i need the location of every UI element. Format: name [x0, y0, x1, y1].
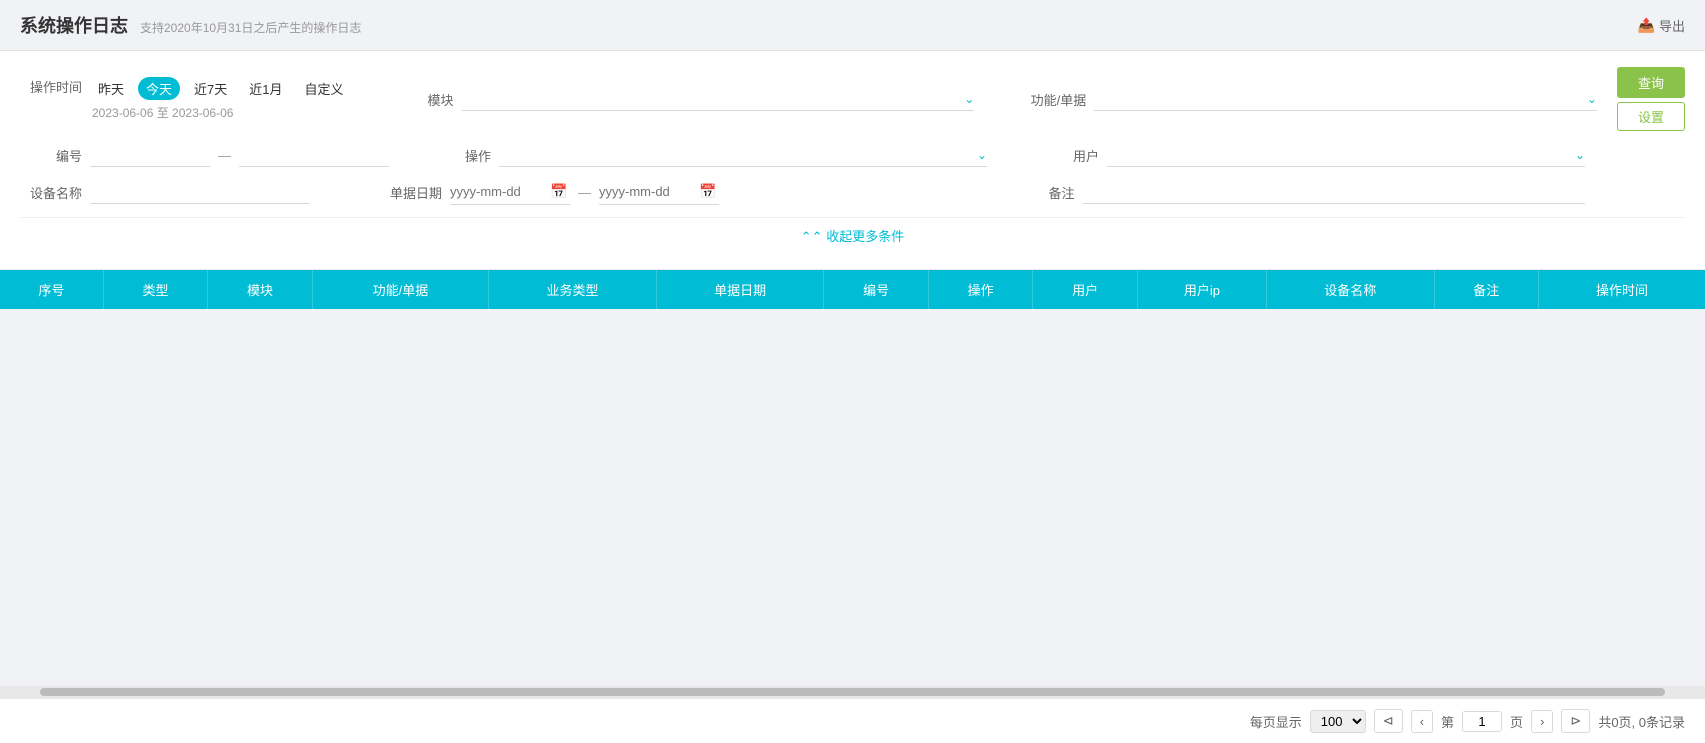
function-label: 功能/单据 [1014, 90, 1094, 109]
collapse-label: 收起更多条件 [826, 229, 904, 244]
number-to-input[interactable] [239, 143, 389, 167]
date-separator: — [578, 185, 591, 200]
time-label: 操作时间 [20, 77, 90, 96]
filter-area: 操作时间 昨天 今天 近7天 近1月 自定义 2023-06-06 至 2023… [0, 51, 1705, 270]
data-table: 序号 类型 模块 功能/单据 业务类型 单据日期 编号 操作 用户 用户ip 设… [0, 270, 1705, 309]
action-buttons: 查询 设置 [1617, 67, 1685, 131]
col-device: 设备名称 [1266, 270, 1434, 309]
col-remark: 备注 [1434, 270, 1538, 309]
number-separator: — [218, 148, 231, 163]
first-page-button[interactable]: ⊲ [1374, 709, 1403, 733]
time-btn-7days[interactable]: 近7天 [186, 77, 235, 100]
export-label: 导出 [1659, 16, 1685, 35]
horizontal-scrollbar[interactable] [0, 686, 1705, 698]
device-input[interactable] [90, 180, 310, 204]
time-btn-yesterday[interactable]: 昨天 [90, 77, 132, 100]
number-label: 编号 [20, 146, 90, 165]
operation-select[interactable]: ⌄ [499, 144, 987, 167]
date-from-input[interactable] [450, 184, 550, 199]
voucher-date-label: 单据日期 [380, 183, 450, 202]
settings-button[interactable]: 设置 [1617, 102, 1685, 131]
function-select[interactable]: ⌄ [1094, 88, 1597, 111]
calendar-from-icon[interactable]: 📅 [550, 183, 567, 200]
device-label: 设备名称 [20, 183, 90, 202]
pagination-summary: 共0页, 0条记录 [1598, 712, 1685, 731]
col-op-time: 操作时间 [1539, 270, 1705, 309]
date-to-wrap: 📅 [599, 179, 719, 205]
export-icon: 📤 [1638, 17, 1655, 34]
page-size-label: 每页显示 [1250, 712, 1302, 731]
time-btn-1month[interactable]: 近1月 [241, 77, 290, 100]
scrollbar-thumb[interactable] [40, 688, 1665, 696]
pagination: 每页显示 100 50 200 ⊲ ‹ 第 页 › ⊳ 共0页, 0条记录 [0, 698, 1705, 743]
user-label: 用户 [1027, 146, 1107, 165]
page-title: 系统操作日志 [20, 12, 128, 38]
user-chevron-icon: ⌄ [1575, 148, 1585, 162]
function-chevron-icon: ⌄ [1587, 92, 1597, 106]
table-container: 序号 类型 模块 功能/单据 业务类型 单据日期 编号 操作 用户 用户ip 设… [0, 270, 1705, 686]
prev-page-button[interactable]: ‹ [1411, 710, 1433, 733]
time-btn-custom[interactable]: 自定义 [297, 77, 352, 100]
time-btn-today[interactable]: 今天 [138, 77, 180, 100]
filter-row-1: 操作时间 昨天 今天 近7天 近1月 自定义 2023-06-06 至 2023… [20, 67, 1685, 131]
page-suffix: 页 [1510, 712, 1523, 731]
remark-label: 备注 [1003, 183, 1083, 202]
col-operation: 操作 [928, 270, 1032, 309]
page-size-select[interactable]: 100 50 200 [1310, 710, 1366, 733]
last-page-button[interactable]: ⊳ [1561, 709, 1590, 733]
collapse-bar[interactable]: ⌃⌃ 收起更多条件 [20, 217, 1685, 253]
next-page-button[interactable]: › [1531, 710, 1553, 733]
page-number-input[interactable] [1462, 711, 1502, 732]
user-select[interactable]: ⌄ [1107, 144, 1585, 167]
query-button[interactable]: 查询 [1617, 67, 1685, 98]
col-type: 类型 [103, 270, 207, 309]
collapse-icon: ⌃⌃ [801, 229, 826, 244]
col-function: 功能/单据 [312, 270, 488, 309]
table-header: 序号 类型 模块 功能/单据 业务类型 单据日期 编号 操作 用户 用户ip 设… [0, 270, 1705, 309]
col-number: 编号 [824, 270, 928, 309]
col-user-ip: 用户ip [1137, 270, 1266, 309]
filter-row-2: 编号 — 操作 ⌄ 用户 ⌄ [20, 143, 1685, 167]
export-button[interactable]: 📤 导出 [1638, 16, 1685, 35]
col-module: 模块 [208, 270, 312, 309]
page-subtitle: 支持2020年10月31日之后产生的操作日志 [140, 19, 361, 36]
page-label: 第 [1441, 712, 1454, 731]
time-range: 2023-06-06 至 2023-06-06 [90, 104, 352, 121]
operation-chevron-icon: ⌄ [977, 148, 987, 162]
col-user: 用户 [1033, 270, 1137, 309]
col-voucher-date: 单据日期 [656, 270, 824, 309]
page-header: 系统操作日志 支持2020年10月31日之后产生的操作日志 📤 导出 [0, 0, 1705, 51]
module-label: 模块 [392, 90, 462, 109]
module-select[interactable]: ⌄ [462, 88, 975, 111]
module-chevron-icon: ⌄ [964, 92, 974, 106]
col-index: 序号 [0, 270, 103, 309]
date-from-wrap: 📅 [450, 179, 570, 205]
calendar-to-icon[interactable]: 📅 [699, 183, 716, 200]
time-filter: 昨天 今天 近7天 近1月 自定义 2023-06-06 至 2023-06-0… [90, 77, 352, 121]
operation-label: 操作 [429, 146, 499, 165]
filter-row-3: 设备名称 单据日期 📅 — 📅 备注 [20, 179, 1685, 205]
col-biz-type: 业务类型 [489, 270, 657, 309]
remark-input[interactable] [1083, 180, 1586, 204]
date-to-input[interactable] [599, 184, 699, 199]
number-from-input[interactable] [90, 143, 210, 167]
